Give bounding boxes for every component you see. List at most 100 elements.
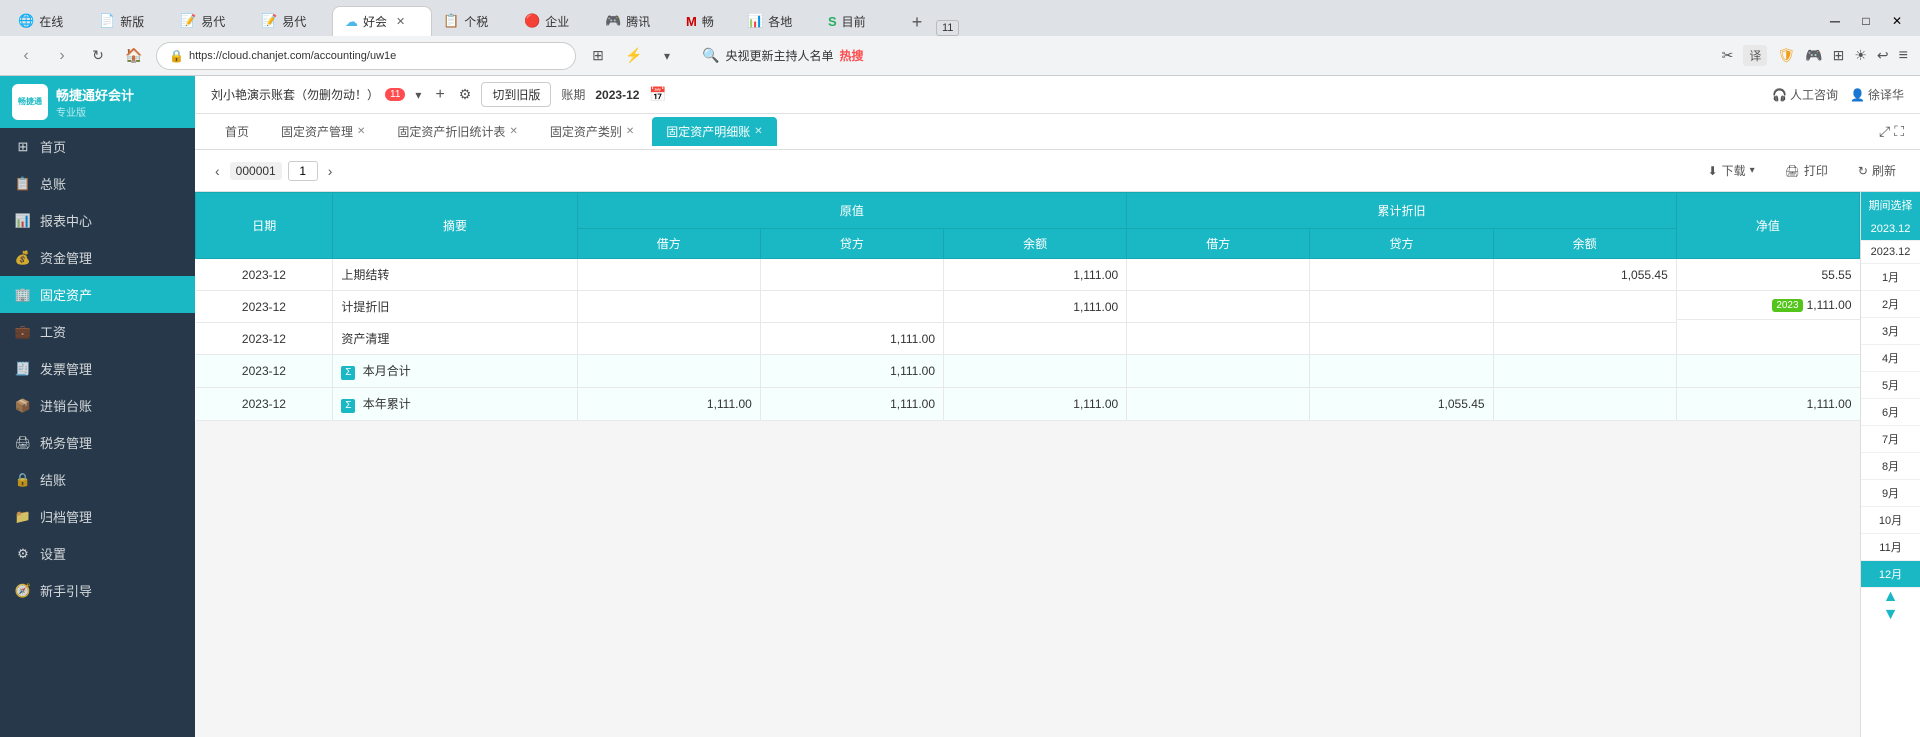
- period-item-9[interactable]: 8月: [1861, 453, 1920, 480]
- purchase-icon: 📦: [14, 398, 32, 414]
- sidebar-item-tax[interactable]: 🖨 税务管理: [0, 424, 195, 461]
- boost-btn[interactable]: ⚡: [620, 42, 648, 70]
- download-btn[interactable]: ⬇ 下载 ▾: [1700, 158, 1763, 183]
- tab-close-ledger[interactable]: ✕: [754, 126, 762, 137]
- browser-tab-haohao[interactable]: ☁ 好会 ✕: [332, 6, 432, 36]
- user-avatar[interactable]: 👤 徐译华: [1850, 86, 1904, 103]
- nav-refresh[interactable]: ↻: [84, 42, 112, 70]
- table-row-total: 2023-12 Σ 本年累计 1,111.00 1,111.00 1,111.0…: [196, 388, 1860, 421]
- period-item-1[interactable]: 2023.12: [1861, 241, 1920, 264]
- nav-back[interactable]: ‹: [12, 42, 40, 70]
- cell-orig-debit: [577, 323, 760, 355]
- window-maximize[interactable]: □: [1851, 6, 1881, 36]
- tab-depreciation-stats[interactable]: 固定资产折旧统计表 ✕: [383, 117, 531, 146]
- browser-tab-yidai2[interactable]: 📝 易代: [251, 6, 331, 36]
- browser-tab-tencent[interactable]: 🎮 腾讯: [595, 6, 675, 36]
- browser-tab-gedi[interactable]: 📊 各地: [737, 6, 817, 36]
- tab-close-mgmt[interactable]: ✕: [357, 126, 365, 137]
- browser-tab-qiye[interactable]: 🔴 企业: [514, 6, 594, 36]
- history-btn[interactable]: ↩: [1877, 47, 1889, 64]
- sidebar-item-fixed-assets[interactable]: 🏢 固定资产: [0, 276, 195, 313]
- period-item-13[interactable]: 12月: [1861, 561, 1920, 588]
- browser-tab-online[interactable]: 🌐 在线: [8, 6, 88, 36]
- menu-btn[interactable]: ≡: [1899, 47, 1908, 65]
- download-dropdown-icon[interactable]: ▾: [1750, 165, 1755, 176]
- calendar-icon[interactable]: 📅: [649, 86, 666, 103]
- app-container: 畅捷通 畅捷通好会计 专业版 ⊞ 首页 📋 总账 📊 报表中心 💰: [0, 76, 1920, 737]
- period-scroll-down[interactable]: ▼: [1861, 606, 1920, 624]
- cell-orig-debit: [577, 291, 760, 323]
- cell-acc-credit: [1310, 259, 1493, 291]
- browser-tab-new[interactable]: 📄 新版: [89, 6, 169, 36]
- sidebar-item-settings[interactable]: ⚙ 设置: [0, 535, 195, 572]
- sidebar-item-invoice[interactable]: 🧾 发票管理: [0, 350, 195, 387]
- extensions-btn[interactable]: ⊞: [584, 42, 612, 70]
- cell-acc-debit: [1127, 291, 1310, 323]
- sidebar-item-general-ledger[interactable]: 📋 总账: [0, 165, 195, 202]
- period-item-3[interactable]: 2月: [1861, 291, 1920, 318]
- period-item-7[interactable]: 6月: [1861, 399, 1920, 426]
- sidebar-item-archive[interactable]: 📁 归档管理: [0, 498, 195, 535]
- cell-acc-debit: [1127, 355, 1310, 388]
- nav-forward[interactable]: ›: [48, 42, 76, 70]
- reports-icon: 📊: [14, 213, 32, 229]
- address-dropdown[interactable]: ▾: [656, 45, 678, 67]
- tab-fullscreen[interactable]: ⛶: [1894, 123, 1904, 140]
- window-close[interactable]: ✕: [1882, 6, 1912, 36]
- period-item-8[interactable]: 7月: [1861, 426, 1920, 453]
- user-icon: 👤: [1850, 88, 1865, 102]
- period-item-6[interactable]: 5月: [1861, 372, 1920, 399]
- cell-acc-balance: [1493, 388, 1676, 421]
- add-account-btn[interactable]: +: [431, 86, 448, 104]
- sidebar-item-guide[interactable]: 🧭 新手引导: [0, 572, 195, 609]
- period-scroll-up[interactable]: ▲: [1861, 588, 1920, 606]
- page-current-input[interactable]: 1: [288, 161, 318, 181]
- theme-btn[interactable]: ☀: [1854, 47, 1867, 64]
- period-item-10[interactable]: 9月: [1861, 480, 1920, 507]
- tab-home[interactable]: 首页: [211, 117, 263, 146]
- tab-close-haohao[interactable]: ✕: [396, 15, 405, 28]
- tab-fixed-assets-mgmt[interactable]: 固定资产管理 ✕: [267, 117, 379, 146]
- sidebar-item-purchase-sales[interactable]: 📦 进销台账: [0, 387, 195, 424]
- sidebar-title-area: 畅捷通好会计 专业版: [56, 85, 134, 119]
- nav-home[interactable]: 🏠: [120, 42, 148, 70]
- page-next[interactable]: ›: [324, 163, 337, 179]
- tab-maximize[interactable]: ⤢: [1879, 123, 1890, 140]
- period-item-5[interactable]: 4月: [1861, 345, 1920, 372]
- period-selector: 期间选择 2023.12 2023.12 1月 2月 3月 4月 5月 6月 7…: [1860, 192, 1920, 737]
- period-item-4[interactable]: 3月: [1861, 318, 1920, 345]
- switch-version-btn[interactable]: 切到旧版: [481, 82, 551, 107]
- tab-asset-ledger[interactable]: 固定资产明细账 ✕: [652, 117, 776, 146]
- translate-btn[interactable]: 译: [1743, 45, 1767, 66]
- page-prev[interactable]: ‹: [211, 163, 224, 179]
- settings-small-btn[interactable]: ⚙: [459, 86, 472, 103]
- browser-tab-chang[interactable]: M 畅: [676, 6, 736, 36]
- sidebar-item-funds[interactable]: 💰 资金管理: [0, 239, 195, 276]
- help-btn[interactable]: 🎧 人工咨询: [1772, 86, 1838, 103]
- scissors-icon[interactable]: ✂: [1722, 47, 1734, 64]
- period-item-0[interactable]: 2023.12: [1861, 218, 1920, 241]
- sidebar-item-salary[interactable]: 💼 工资: [0, 313, 195, 350]
- print-btn[interactable]: 🖨 打印: [1777, 158, 1836, 183]
- add-tab-button[interactable]: +: [903, 8, 931, 36]
- period-item-11[interactable]: 10月: [1861, 507, 1920, 534]
- address-input[interactable]: 🔒 https://cloud.chanjet.com/accounting/u…: [156, 42, 576, 70]
- sidebar-item-closing[interactable]: 🔒 结账: [0, 461, 195, 498]
- period-item-12[interactable]: 11月: [1861, 534, 1920, 561]
- period-item-2[interactable]: 1月: [1861, 264, 1920, 291]
- browser-tab-geshuiy[interactable]: 📋 个税: [433, 6, 513, 36]
- sidebar-item-reports[interactable]: 📊 报表中心: [0, 202, 195, 239]
- tab-asset-category[interactable]: 固定资产类别 ✕: [536, 117, 648, 146]
- tab-close-category[interactable]: ✕: [626, 126, 634, 137]
- browser-tab-yidai1[interactable]: 📝 易代: [170, 6, 250, 36]
- closing-icon: 🔒: [14, 472, 32, 488]
- refresh-btn[interactable]: ↻ 刷新: [1850, 158, 1904, 183]
- window-minimize[interactable]: ─: [1820, 6, 1850, 36]
- account-dropdown-icon[interactable]: ▾: [415, 88, 421, 102]
- sidebar-item-home[interactable]: ⊞ 首页: [0, 128, 195, 165]
- game-btn[interactable]: 🎮: [1805, 47, 1822, 64]
- grid-btn[interactable]: ⊞: [1833, 47, 1845, 64]
- tab-close-stats[interactable]: ✕: [509, 126, 517, 137]
- shield-btn[interactable]: 🛡: [1777, 47, 1795, 64]
- browser-tab-mubiao[interactable]: S 目前: [818, 6, 898, 36]
